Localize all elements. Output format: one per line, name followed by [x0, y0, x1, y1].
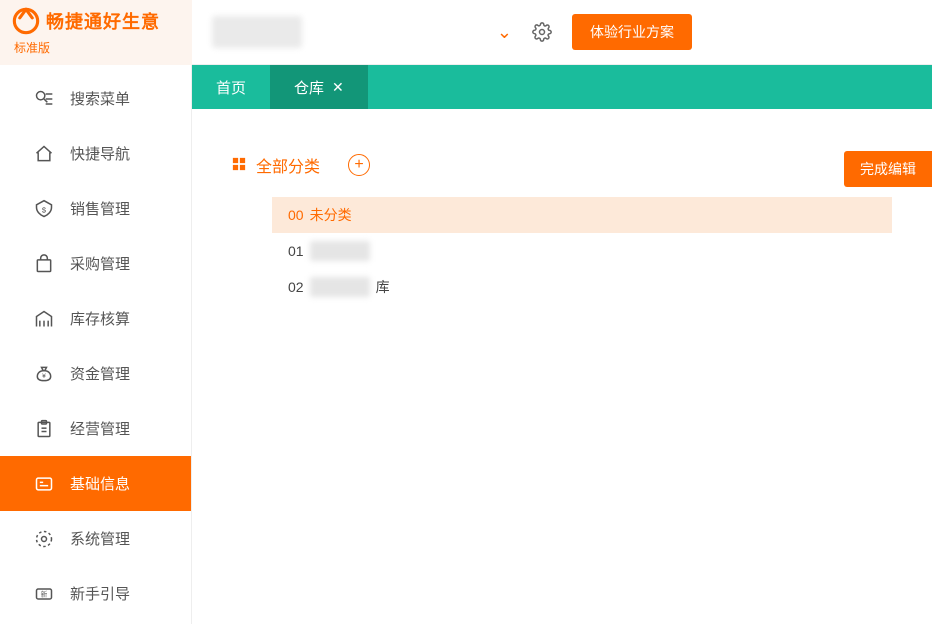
close-icon[interactable]: ✕ [332, 79, 344, 96]
tabs-row: 首页 仓库 ✕ [192, 65, 932, 109]
sidebar-item-label: 采购管理 [70, 253, 130, 274]
svg-text:¥: ¥ [42, 373, 46, 380]
sidebar-item-label: 快捷导航 [70, 143, 130, 164]
industry-plan-button[interactable]: 体验行业方案 [572, 14, 692, 50]
sidebar: 搜索菜单 快捷导航 $ 销售管理 采购管理 库存核算 ¥ 资金管理 经营管理 [0, 65, 192, 624]
top-bar: ⌄ 体验行业方案 [192, 0, 932, 65]
category-name-obscured [310, 277, 370, 297]
category-name-suffix: 库 [376, 277, 390, 297]
chevron-down-icon: ⌄ [497, 22, 512, 43]
sidebar-item-inventory[interactable]: 库存核算 [0, 291, 191, 346]
category-code: 01 [288, 243, 304, 259]
brand-title: 畅捷通好生意 [46, 8, 160, 34]
category-name: 未分类 [310, 205, 352, 225]
gear-icon [532, 22, 552, 42]
sidebar-item-label: 资金管理 [70, 363, 130, 384]
brand-subtitle: 标准版 [14, 39, 182, 56]
category-header: 全部分类 + [232, 153, 922, 177]
sidebar-item-search-menu[interactable]: 搜索菜单 [0, 71, 191, 126]
sidebar-item-label: 销售管理 [70, 198, 130, 219]
shopping-bag-icon [34, 254, 54, 274]
category-name-obscured [310, 241, 370, 261]
tab-label: 首页 [216, 77, 246, 98]
warehouse-icon [34, 309, 54, 329]
sidebar-item-quicknav[interactable]: 快捷导航 [0, 126, 191, 181]
plus-icon: + [354, 156, 363, 174]
sidebar-item-operations[interactable]: 经营管理 [0, 401, 191, 456]
tag-money-icon: $ [34, 199, 54, 219]
sidebar-item-finance[interactable]: ¥ 资金管理 [0, 346, 191, 401]
tab-warehouse[interactable]: 仓库 ✕ [270, 65, 368, 109]
home-icon [34, 144, 54, 164]
category-code: 02 [288, 279, 304, 295]
tab-label: 仓库 [294, 77, 324, 98]
org-selector[interactable]: ⌄ [212, 16, 512, 48]
clipboard-icon [34, 419, 54, 439]
sidebar-item-label: 库存核算 [70, 308, 130, 329]
add-category-button[interactable]: + [348, 154, 370, 176]
settings-button[interactable] [530, 20, 554, 44]
sidebar-item-purchase[interactable]: 采购管理 [0, 236, 191, 291]
sidebar-item-label: 搜索菜单 [70, 88, 130, 109]
sidebar-item-label: 新手引导 [70, 583, 130, 604]
tab-home[interactable]: 首页 [192, 65, 270, 109]
content-area: 全部分类 + 完成编辑 00 未分类 01 02 库 [192, 109, 932, 624]
new-badge-icon: 新 [34, 584, 54, 604]
sidebar-item-basicinfo[interactable]: 基础信息 [0, 456, 191, 511]
search-list-icon [34, 89, 54, 109]
sidebar-item-label: 系统管理 [70, 528, 130, 549]
sidebar-item-label: 基础信息 [70, 473, 130, 494]
sidebar-item-label: 经营管理 [70, 418, 130, 439]
svg-text:$: $ [42, 205, 47, 214]
money-bag-icon: ¥ [34, 364, 54, 384]
brand-area: 畅捷通好生意 标准版 [0, 0, 192, 65]
brand-logo-icon [12, 7, 40, 35]
category-item[interactable]: 02 库 [272, 269, 892, 305]
svg-text:新: 新 [41, 589, 48, 598]
card-icon [34, 474, 54, 494]
category-code: 00 [288, 207, 304, 223]
done-edit-button[interactable]: 完成编辑 [844, 151, 932, 187]
sidebar-item-system[interactable]: 系统管理 [0, 511, 191, 566]
category-title[interactable]: 全部分类 [256, 153, 320, 177]
category-item[interactable]: 01 [272, 233, 892, 269]
org-name-obscured [212, 16, 302, 48]
grid-icon [232, 157, 246, 174]
sidebar-item-sales[interactable]: $ 销售管理 [0, 181, 191, 236]
system-icon [34, 529, 54, 549]
category-list: 00 未分类 01 02 库 [272, 197, 892, 305]
category-item[interactable]: 00 未分类 [272, 197, 892, 233]
sidebar-item-guide[interactable]: 新 新手引导 [0, 566, 191, 621]
